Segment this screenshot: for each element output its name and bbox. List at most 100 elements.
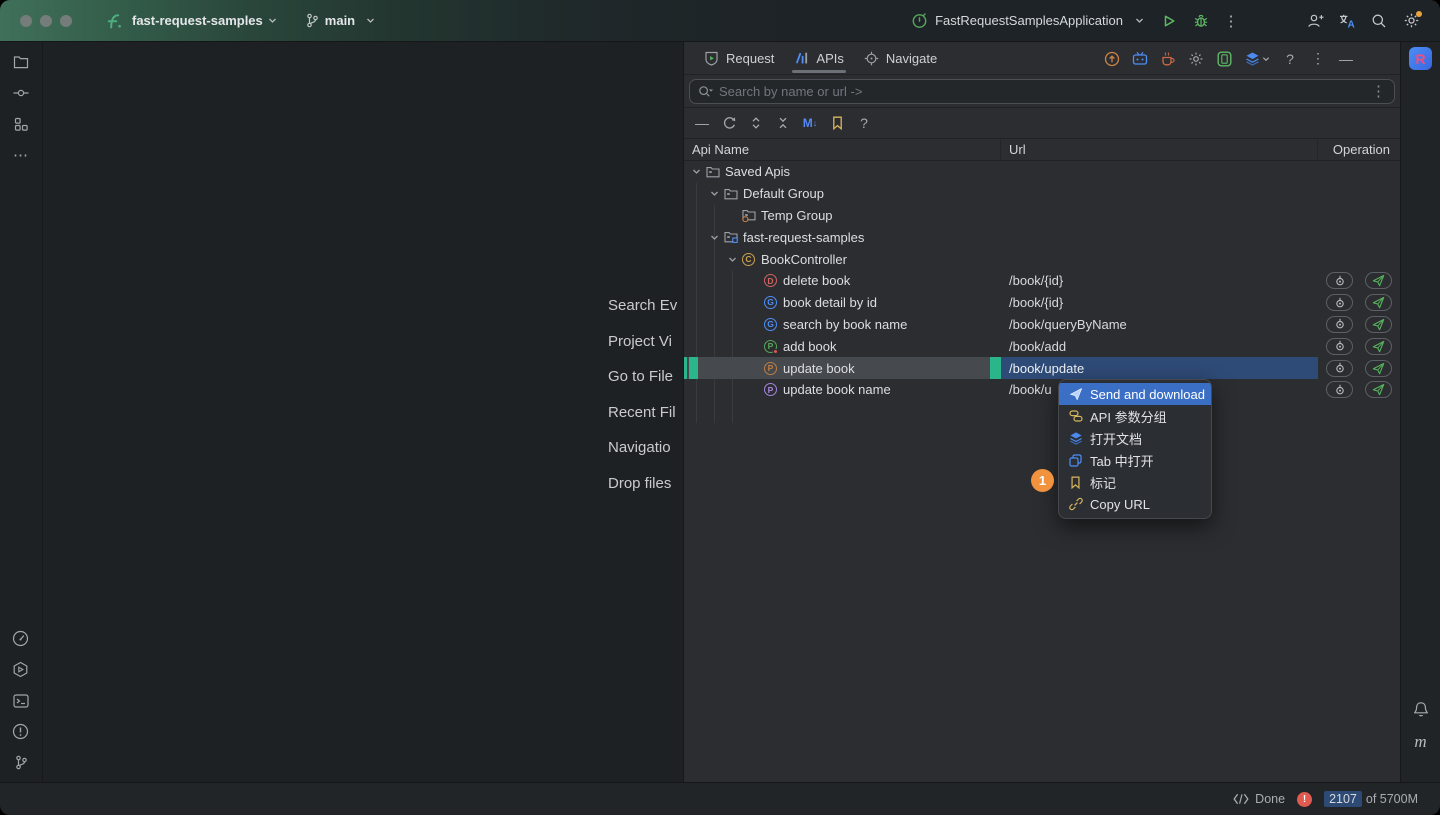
donate-coffee-icon[interactable]: [1156, 47, 1180, 71]
translate-icon[interactable]: A: [1334, 8, 1360, 34]
api-url: /book/{id}: [1001, 270, 1318, 292]
tree-row-temp-group[interactable]: Temp Group: [684, 205, 1400, 227]
send-request-button[interactable]: [1365, 338, 1392, 355]
terminal-tool-icon[interactable]: [5, 685, 37, 716]
operation-cell: [1318, 357, 1400, 379]
more-run-actions-button[interactable]: ⋮: [1218, 8, 1244, 34]
menu-item-send-and-download[interactable]: Send and download: [1059, 383, 1211, 405]
chevron-down-icon[interactable]: [688, 166, 704, 177]
tree-row-update-book-name[interactable]: Pupdate book name /book/u: [684, 379, 1400, 401]
tree-row-book-detail-by-id[interactable]: Gbook detail by id /book/{id}: [684, 292, 1400, 314]
vcs-branch-selector[interactable]: main: [305, 13, 375, 28]
fast-request-status[interactable]: Done: [1233, 792, 1285, 806]
mobile-app-icon[interactable]: [1212, 47, 1236, 71]
plugin-settings-gear-icon[interactable]: [1184, 47, 1208, 71]
locate-in-code-button[interactable]: [1326, 272, 1353, 289]
send-request-button[interactable]: [1365, 294, 1392, 311]
folder-icon: [704, 165, 721, 179]
structure-tool-icon[interactable]: [5, 108, 37, 139]
locate-in-code-button[interactable]: [1326, 338, 1353, 355]
tree-row-fast-request-samples[interactable]: fast-request-samples: [684, 226, 1400, 248]
run-configuration-selector[interactable]: FastRequestSamplesApplication: [911, 12, 1144, 29]
expand-all-icon[interactable]: [744, 111, 768, 135]
markdown-export-icon[interactable]: M↓: [798, 111, 822, 135]
menu-item-[interactable]: 打开文档: [1059, 427, 1211, 449]
status-bar: Done ! 2107 of 5700M: [0, 782, 1440, 815]
tree-row-update-book[interactable]: Pupdate book /book/update: [684, 357, 1400, 379]
locate-in-code-button[interactable]: [1326, 316, 1353, 333]
menu-item-[interactable]: 标记: [1059, 471, 1211, 493]
locate-in-code-button[interactable]: [1326, 381, 1353, 398]
tree-row-bookcontroller[interactable]: CBookController: [684, 248, 1400, 270]
folder-icon: [722, 187, 739, 201]
zoom-window-button[interactable]: [60, 15, 72, 27]
notifications-bell-icon[interactable]: [1401, 701, 1440, 718]
docs-layers-dropdown[interactable]: [1240, 47, 1274, 71]
locate-in-code-button[interactable]: [1326, 360, 1353, 377]
search-everywhere-icon[interactable]: [1366, 8, 1392, 34]
send-icon: [1068, 387, 1083, 401]
ide-window: fast-request-samples main FastRequestSam…: [0, 0, 1440, 815]
tab-apis[interactable]: APIs: [784, 42, 853, 74]
send-request-button[interactable]: [1365, 272, 1392, 289]
api-search-box[interactable]: ⋮: [689, 79, 1395, 104]
project-tool-icon[interactable]: [5, 46, 37, 77]
tool-window-options-icon[interactable]: ⋮: [1306, 47, 1330, 71]
chevron-down-icon: [1135, 16, 1144, 25]
menu-item-tab[interactable]: Tab 中打开: [1059, 449, 1211, 471]
debug-button[interactable]: [1188, 8, 1214, 34]
tree-row-search-by-book-name[interactable]: Gsearch by book name /book/queryByName: [684, 314, 1400, 336]
tree-row-add-book[interactable]: Padd book /book/add: [684, 335, 1400, 357]
maven-tool-icon[interactable]: m: [1401, 732, 1440, 752]
hide-tool-window-icon[interactable]: —: [1334, 47, 1358, 71]
send-request-button[interactable]: [1365, 316, 1392, 333]
project-selector[interactable]: fast-request-samples: [132, 13, 263, 28]
close-window-button[interactable]: [20, 15, 32, 27]
folder-module-icon: [722, 230, 739, 244]
feedback-robot-icon[interactable]: [1128, 47, 1152, 71]
menu-item-api[interactable]: API 参数分组: [1059, 405, 1211, 427]
send-request-button[interactable]: [1365, 381, 1392, 398]
shortcut-hint-project-vi: Project Vi: [608, 324, 683, 360]
chevron-down-icon: [366, 16, 375, 25]
group-icon: [1068, 409, 1083, 423]
services-tool-icon[interactable]: [5, 654, 37, 685]
memory-total: of 5700M: [1366, 792, 1418, 806]
collapse-panel-icon[interactable]: —: [690, 111, 714, 135]
settings-gear-icon[interactable]: [1398, 8, 1424, 34]
selection-accent: [689, 357, 698, 379]
commit-tool-icon[interactable]: [5, 77, 37, 108]
chevron-down-icon[interactable]: [706, 188, 722, 199]
toolbar-help-icon[interactable]: ?: [852, 111, 876, 135]
error-indicator[interactable]: !: [1297, 792, 1312, 807]
locate-in-code-button[interactable]: [1326, 294, 1353, 311]
tab-request[interactable]: Request: [694, 42, 784, 74]
tree-row-default-group[interactable]: Default Group: [684, 183, 1400, 205]
search-input[interactable]: [719, 84, 1365, 99]
chevron-down-icon[interactable]: [706, 232, 722, 243]
git-tool-icon[interactable]: [5, 747, 37, 778]
column-header-api-name[interactable]: Api Name: [684, 139, 1001, 160]
run-button[interactable]: [1156, 8, 1182, 34]
minimize-window-button[interactable]: [40, 15, 52, 27]
tree-row-saved-apis[interactable]: Saved Apis: [684, 161, 1400, 183]
collapse-all-icon[interactable]: [771, 111, 795, 135]
column-header-url[interactable]: Url: [1001, 139, 1318, 160]
code-with-me-icon[interactable]: [1302, 8, 1328, 34]
bookmark-filter-icon[interactable]: [825, 111, 849, 135]
send-request-button[interactable]: [1365, 360, 1392, 377]
upgrade-icon[interactable]: [1100, 47, 1124, 71]
help-icon[interactable]: ?: [1278, 47, 1302, 71]
menu-item-copy-url[interactable]: Copy URL: [1059, 493, 1211, 515]
tab-navigate[interactable]: Navigate: [854, 42, 947, 74]
memory-indicator[interactable]: 2107 of 5700M: [1324, 791, 1418, 807]
profiler-tool-icon[interactable]: [5, 623, 37, 654]
chevron-down-icon[interactable]: [724, 254, 740, 265]
more-tool-windows-icon[interactable]: ⋯: [5, 139, 37, 170]
tree-row-delete-book[interactable]: Ddelete book /book/{id}: [684, 270, 1400, 292]
fast-request-avatar[interactable]: R: [1409, 47, 1432, 70]
problems-tool-icon[interactable]: [5, 716, 37, 747]
column-header-operation[interactable]: Operation: [1318, 139, 1400, 160]
refresh-icon[interactable]: [717, 111, 741, 135]
search-options-icon[interactable]: ⋮: [1371, 82, 1386, 100]
